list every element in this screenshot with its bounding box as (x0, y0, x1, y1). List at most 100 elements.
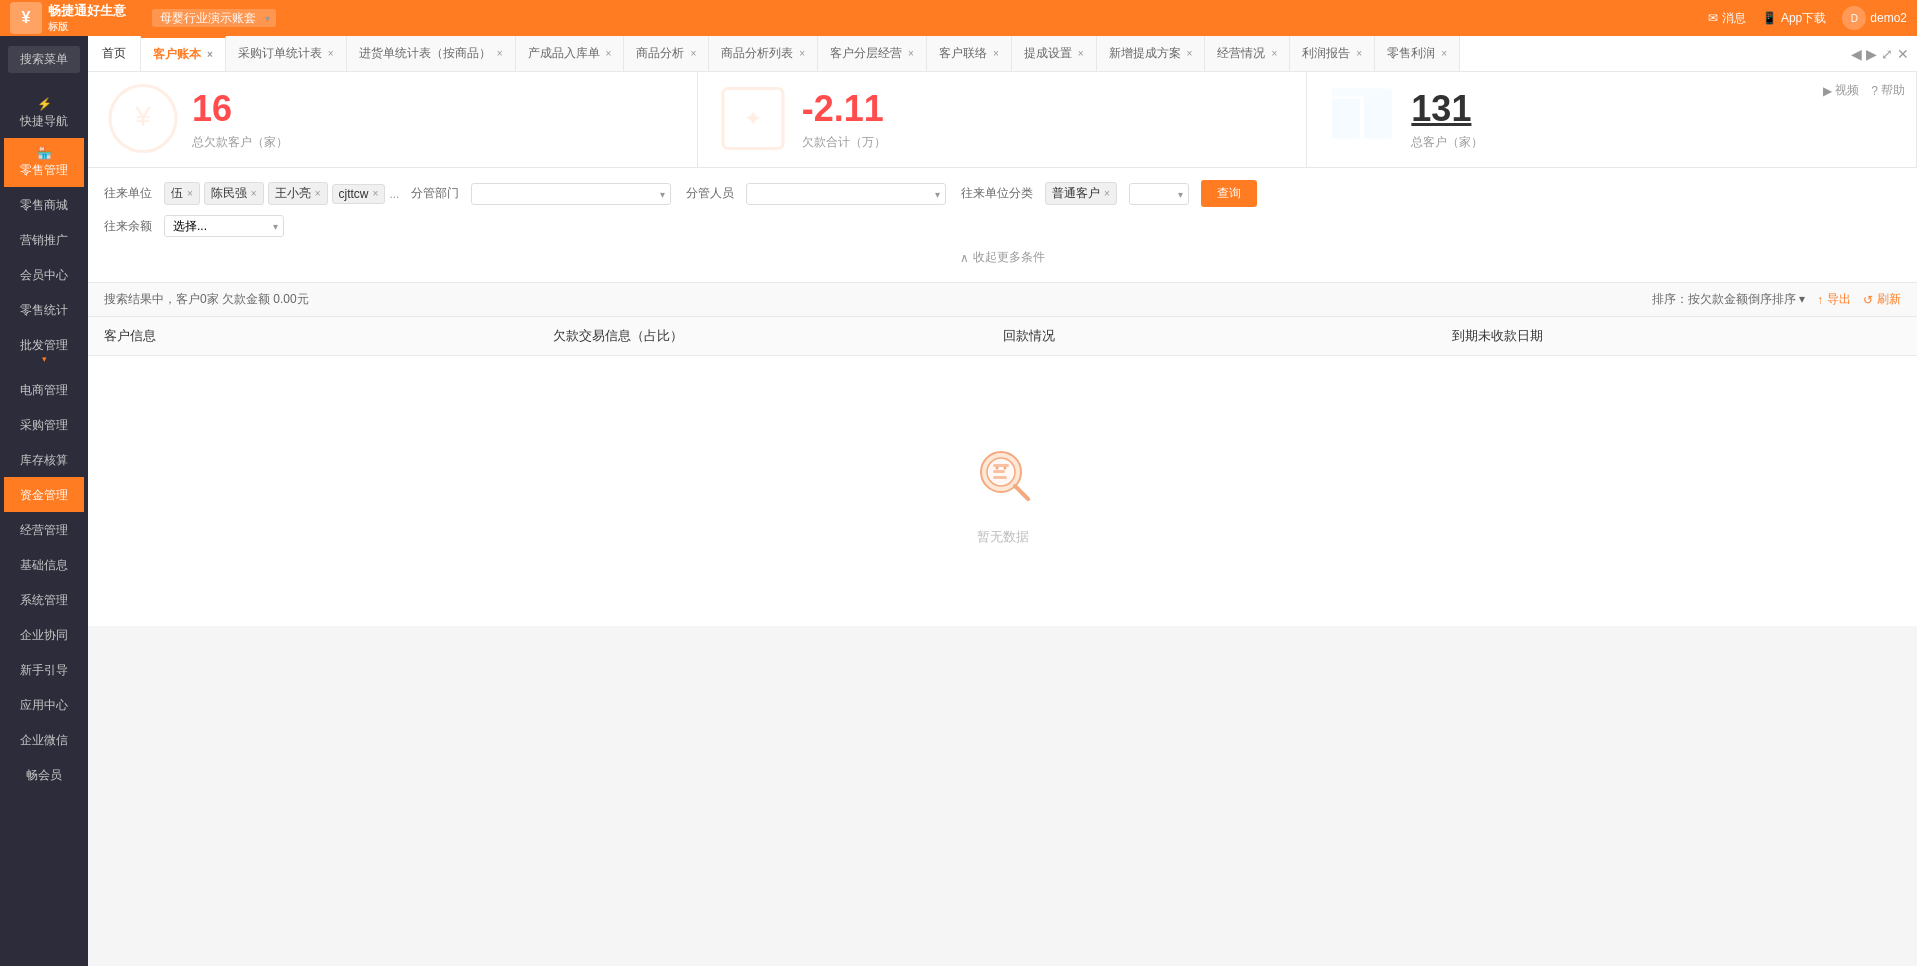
sidebar-item-system[interactable]: 系统管理 (4, 582, 84, 617)
sidebar-item-wechat[interactable]: 企业微信 (4, 722, 84, 757)
tab-customer-segment[interactable]: 客户分层经营 × (818, 36, 927, 72)
export-btn[interactable]: ↑ 导出 (1817, 291, 1851, 308)
remove-tag-chen[interactable]: × (251, 188, 257, 199)
dept-input[interactable] (471, 183, 671, 205)
balance-select[interactable]: 选择... (164, 215, 284, 237)
tab-close-customer-contact[interactable]: × (993, 48, 999, 59)
unit-class-select[interactable] (1129, 183, 1189, 205)
sidebar-item-enterprise[interactable]: 企业协同 (4, 617, 84, 652)
tab-controls: ◀ ▶ ⤢ ✕ (1843, 46, 1917, 62)
sidebar-item-operations[interactable]: 经营管理 (4, 512, 84, 547)
sidebar-item-basic-info[interactable]: 基础信息 (4, 547, 84, 582)
tab-close-operations-status[interactable]: × (1271, 48, 1277, 59)
tab-add-plan[interactable]: 新增提成方案 × (1097, 36, 1206, 72)
svg-text:✦: ✦ (744, 105, 762, 130)
sidebar-item-marketing[interactable]: 营销推广 (4, 222, 84, 257)
tab-close-goods-analysis[interactable]: × (690, 48, 696, 59)
table-header: 客户信息 欠款交易信息（占比） 回款情况 到期未收款日期 (88, 317, 1917, 356)
tab-retail-profit[interactable]: 零售利润 × (1375, 36, 1460, 72)
sort-icon[interactable]: ▾ (1799, 292, 1805, 306)
stat-debt-customers: ¥ 16 总欠款客户（家） (88, 72, 698, 167)
sidebar-item-member[interactable]: 会员中心 (4, 257, 84, 292)
tab-close-goods-stats[interactable]: × (497, 48, 503, 59)
download-icon: 📱 (1762, 11, 1777, 25)
tab-close-goods-analysis-list[interactable]: × (799, 48, 805, 59)
tab-bar: 首页 客户账本 × 采购订单统计表 × 进货单统计表（按商品） × 产成品入库单… (88, 36, 1917, 72)
col-customer-info: 客户信息 (104, 327, 553, 345)
tab-production[interactable]: 产成品入库单 × (516, 36, 625, 72)
export-icon: ↑ (1817, 293, 1823, 307)
tab-promotion-settings[interactable]: 提成设置 × (1012, 36, 1097, 72)
tab-close-production[interactable]: × (606, 48, 612, 59)
remove-tag-normal-customer[interactable]: × (1104, 188, 1110, 199)
balance-filter-label: 往来余额 (104, 218, 152, 235)
tab-goods-analysis[interactable]: 商品分析 × (624, 36, 709, 72)
remove-tag-cjttcw[interactable]: × (373, 188, 379, 199)
stat-number-debt-customers: 16 (192, 88, 673, 130)
app-name: 畅捷通好生意 (48, 2, 126, 20)
help-btn[interactable]: ? 帮助 (1871, 82, 1905, 99)
sidebar-item-vip[interactable]: 畅会员 (4, 757, 84, 792)
tab-purchase-stats[interactable]: 采购订单统计表 × (226, 36, 347, 72)
video-btn[interactable]: ▶ 视频 (1823, 82, 1859, 99)
tab-close-customers[interactable]: × (207, 49, 213, 60)
sidebar-item-retail-stats[interactable]: 零售统计 (4, 292, 84, 327)
tab-close-all-btn[interactable]: ✕ (1897, 46, 1909, 62)
content-area: ¥ 16 总欠款客户（家） ✦ (88, 72, 1917, 966)
remove-tag-wang[interactable]: × (315, 188, 321, 199)
stat-number-debt-total: -2.11 (802, 88, 1283, 130)
empty-text: 暂无数据 (977, 528, 1029, 546)
sidebar-item-app-center[interactable]: 应用中心 (4, 687, 84, 722)
tab-next-btn[interactable]: ▶ (1866, 46, 1877, 62)
unit-class-select-wrap (1129, 183, 1189, 205)
query-button[interactable]: 查询 (1201, 180, 1257, 207)
result-text: 搜索结果中，客户0家 欠款金额 0.00元 (104, 291, 309, 308)
sidebar-item-wholesale[interactable]: 批发管理 ▾ (4, 327, 84, 372)
search-menu-btn[interactable]: 搜索菜单 (8, 46, 80, 73)
tab-prev-btn[interactable]: ◀ (1851, 46, 1862, 62)
tab-maximize-btn[interactable]: ⤢ (1881, 46, 1893, 62)
tab-close-profit-report[interactable]: × (1356, 48, 1362, 59)
tab-home[interactable]: 首页 (88, 36, 141, 72)
sidebar-item-ecommerce[interactable]: 电商管理 (4, 372, 84, 407)
filter-tag-chen: 陈民强 × (204, 182, 264, 205)
refresh-btn[interactable]: ↺ 刷新 (1863, 291, 1901, 308)
tab-close-retail-profit[interactable]: × (1441, 48, 1447, 59)
tab-profit-report[interactable]: 利润报告 × (1290, 36, 1375, 72)
svg-point-13 (995, 467, 998, 470)
person-input[interactable] (746, 183, 946, 205)
app-download-btn[interactable]: 📱 App下载 (1762, 10, 1826, 27)
tab-close-customer-segment[interactable]: × (908, 48, 914, 59)
sidebar: 搜索菜单 ⚡ 快捷导航 🏪 零售管理 零售商城 营销推广 会员中心 (0, 36, 88, 966)
tab-goods-analysis-list[interactable]: 商品分析列表 × (709, 36, 818, 72)
video-icon: ▶ (1823, 84, 1832, 98)
filter-unit-class-tags: 普通客户 × (1045, 182, 1117, 205)
tab-close-add-plan[interactable]: × (1187, 48, 1193, 59)
collapse-btn[interactable]: ∧ 收起更多条件 (104, 245, 1901, 270)
tab-close-purchase-stats[interactable]: × (328, 48, 334, 59)
stats-panel: ¥ 16 总欠款客户（家） ✦ (88, 72, 1917, 168)
sidebar-item-guide[interactable]: 新手引导 (4, 652, 84, 687)
filter-more-tags[interactable]: ... (389, 187, 399, 201)
svg-rect-6 (1332, 88, 1392, 96)
result-summary: 搜索结果中，客户0家 欠款金额 0.00元 排序：按欠款金额倒序排序 ▾ ↑ 导… (88, 283, 1917, 317)
user-profile[interactable]: D demo2 (1842, 6, 1907, 30)
svg-line-9 (1015, 486, 1028, 499)
sidebar-item-retail-shop[interactable]: 零售商城 (4, 187, 84, 222)
tab-customers[interactable]: 客户账本 × (141, 36, 226, 72)
tab-close-promotion-settings[interactable]: × (1078, 48, 1084, 59)
collapse-icon: ∧ (960, 251, 969, 265)
stat-bg-icon-2: ✦ (718, 83, 788, 153)
remove-tag-wu[interactable]: × (187, 188, 193, 199)
sidebar-item-finance[interactable]: 资金管理 (4, 477, 84, 512)
messages-btn[interactable]: ✉ 消息 (1708, 10, 1746, 27)
sidebar-item-quick-nav[interactable]: ⚡ 快捷导航 (4, 89, 84, 138)
tab-operations-status[interactable]: 经营情况 × (1205, 36, 1290, 72)
tab-customer-contact[interactable]: 客户联络 × (927, 36, 1012, 72)
sidebar-item-inventory[interactable]: 库存核算 (4, 442, 84, 477)
tab-goods-stats[interactable]: 进货单统计表（按商品） × (347, 36, 516, 72)
store-selector[interactable]: 母婴行业演示账套 (152, 9, 276, 27)
sidebar-item-purchase[interactable]: 采购管理 (4, 407, 84, 442)
empty-illustration (963, 436, 1043, 516)
sidebar-item-retail-mgmt[interactable]: 🏪 零售管理 (4, 138, 84, 187)
